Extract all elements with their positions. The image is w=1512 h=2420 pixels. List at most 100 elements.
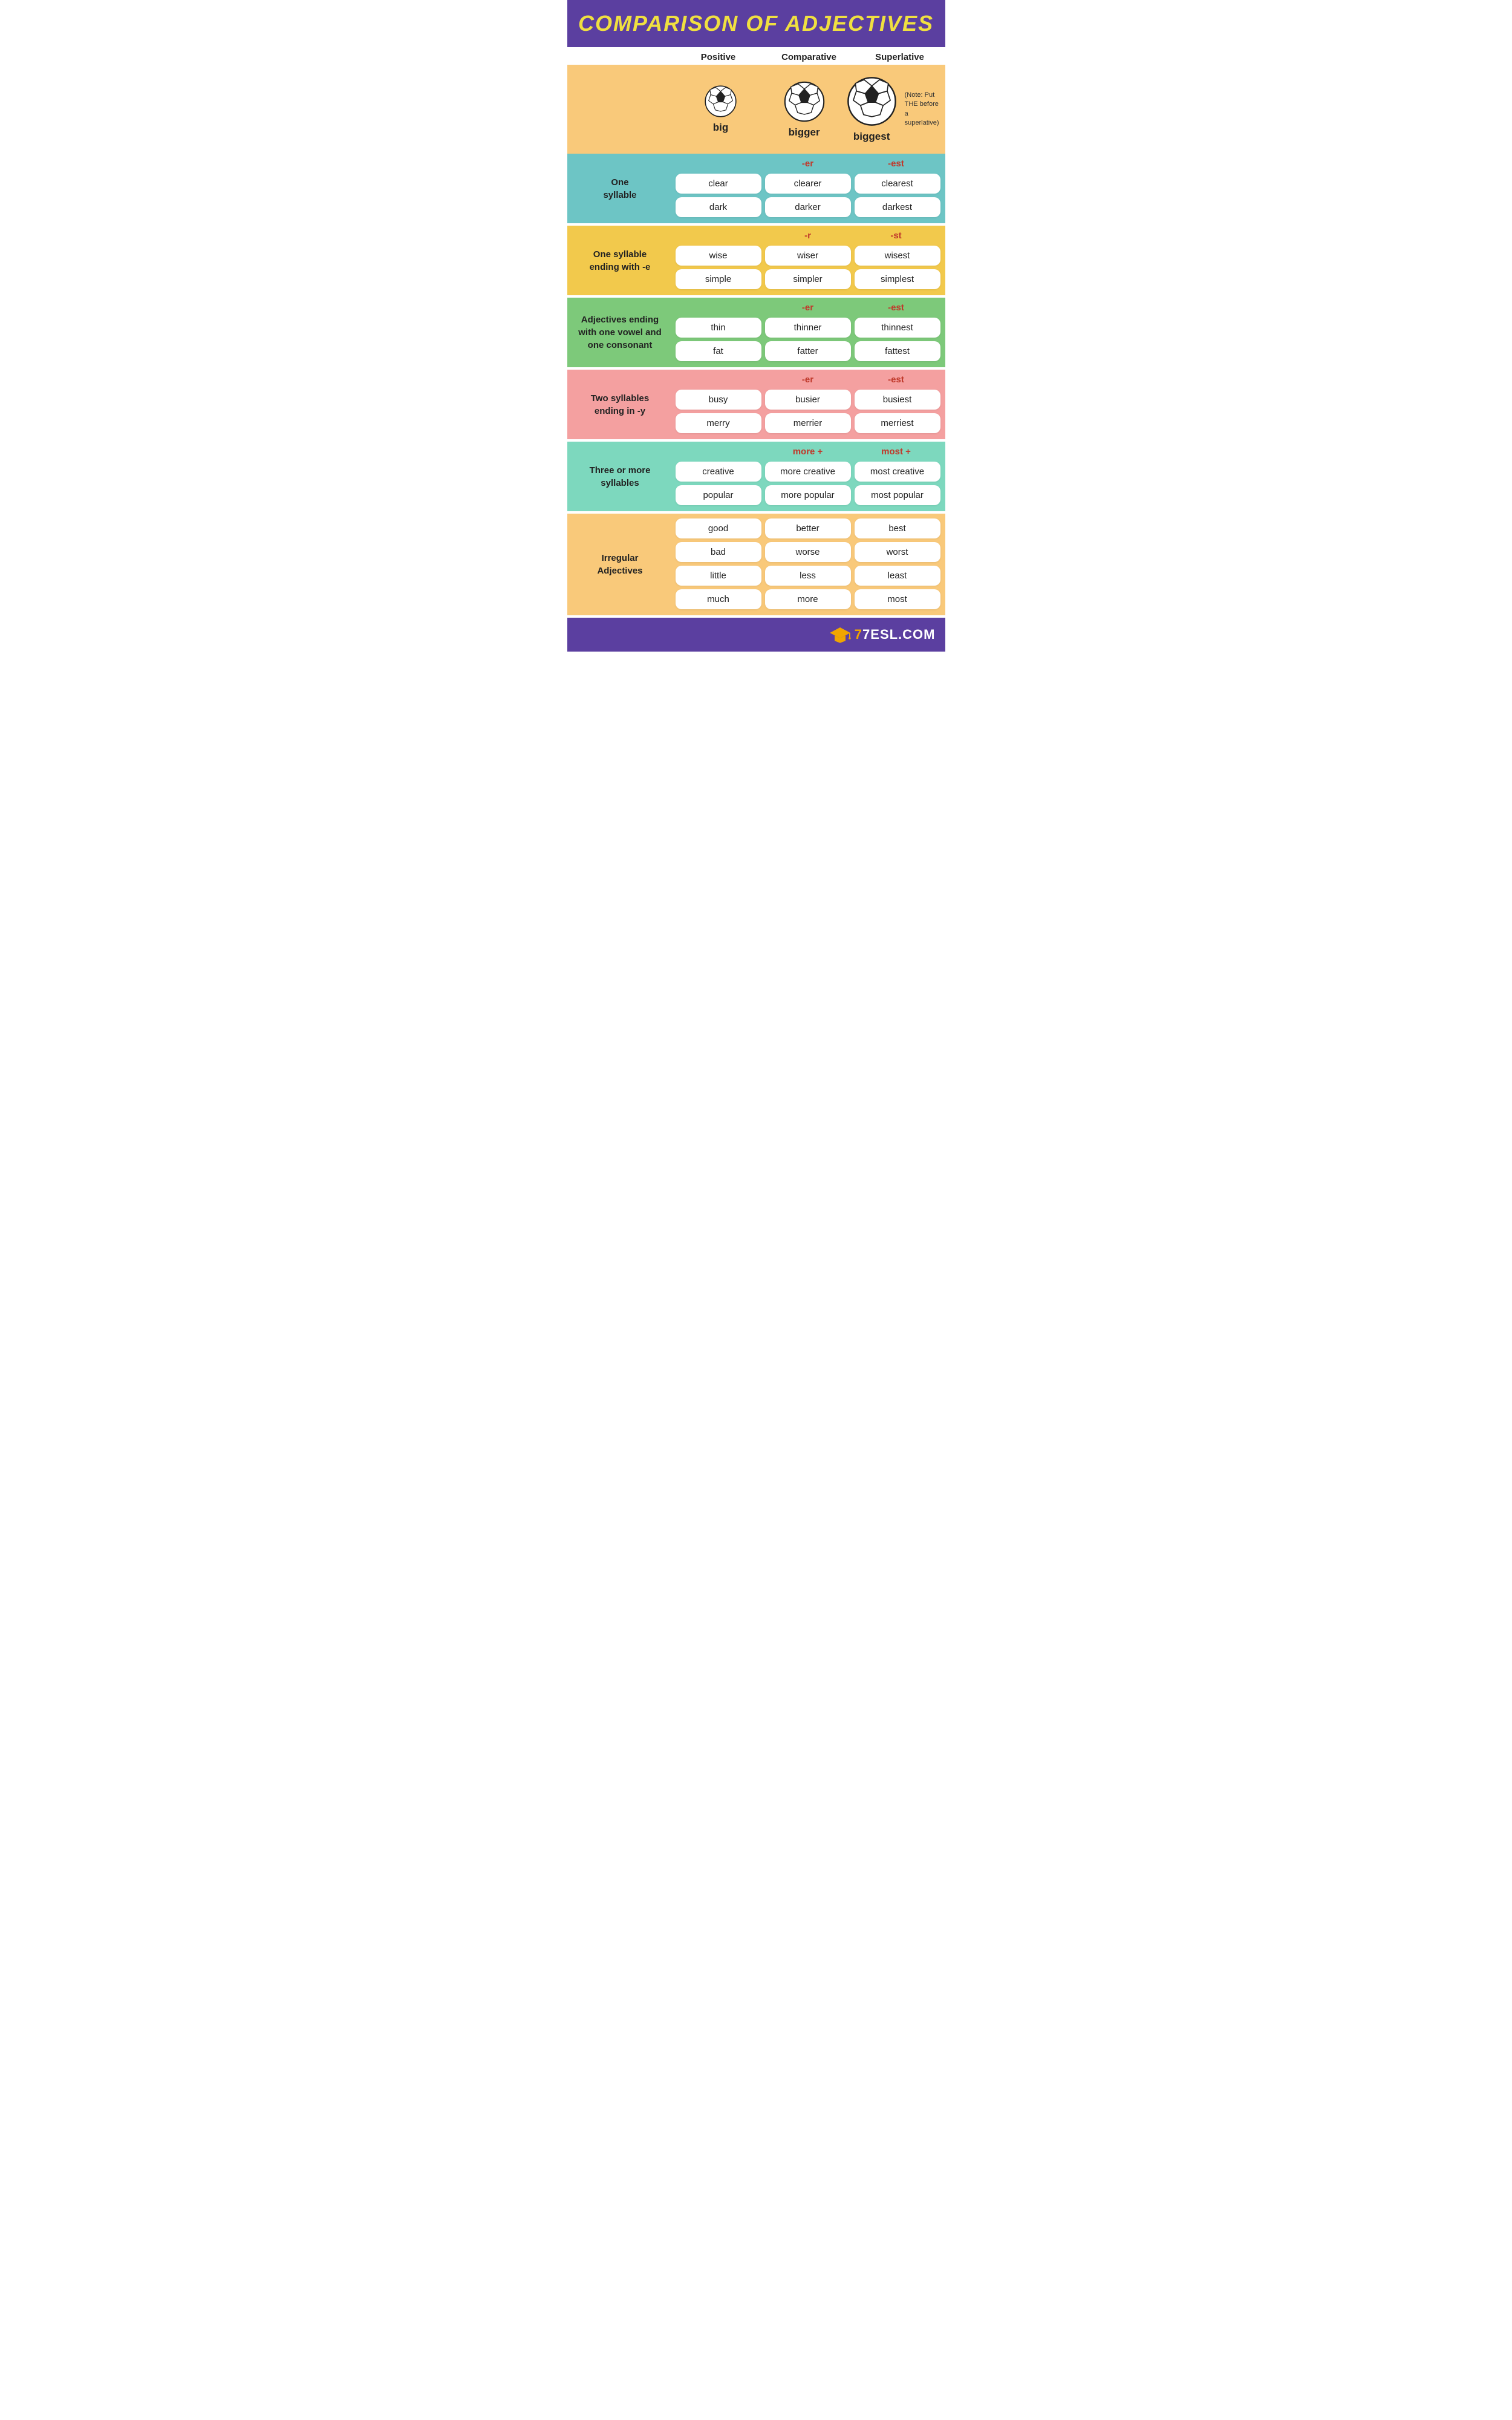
word-box-two-syllables-y-1-pos: merry — [676, 413, 761, 433]
column-headers: Positive Comparative Superlative — [567, 47, 945, 65]
word-box-irregular-1-sup: worst — [855, 542, 940, 562]
section-content-one-syllable: -er-estclearclearerclearestdarkdarkerdar… — [673, 154, 945, 223]
intro-note: (Note: Put THE before a superlative) — [901, 91, 939, 128]
suffix-sup-vowel-consonant: -est — [852, 302, 940, 313]
suffix-comp-one-syllable: -er — [764, 159, 852, 169]
soccer-ball-medium — [783, 80, 826, 123]
section-label-vowel-consonant: Adjectives ending with one vowel and one… — [567, 298, 673, 367]
suffix-row-three-syllables: more +most + — [676, 446, 940, 457]
suffix-sup-two-syllables-y: -est — [852, 374, 940, 385]
word-box-irregular-0-pos: good — [676, 518, 761, 538]
suffix-empty-one-syllable — [676, 159, 764, 169]
word-box-one-syllable-0-pos: clear — [676, 174, 761, 194]
words-row-vowel-consonant-0: thinthinnerthinnest — [676, 318, 940, 338]
soccer-ball-small — [704, 85, 737, 118]
intro-superlative-word: biggest — [853, 131, 890, 143]
word-box-one-syllable-e-0-pos: wise — [676, 246, 761, 266]
page-title: COMPARISON OF ADJECTIVES — [573, 11, 939, 36]
section-content-three-syllables: more +most + creativemore creativemost cr… — [673, 442, 945, 511]
words-row-vowel-consonant-1: fatfatterfattest — [676, 341, 940, 361]
word-box-three-syllables-1-comp: more popular — [765, 485, 851, 505]
suffix-empty-three-syllables — [676, 446, 764, 457]
word-box-vowel-consonant-0-comp: thinner — [765, 318, 851, 338]
suffix-row-vowel-consonant: -er-est — [676, 302, 940, 313]
words-row-one-syllable-e-1: simplesimplersimplest — [676, 269, 940, 289]
words-row-irregular-2: littlelessleast — [676, 566, 940, 586]
word-box-two-syllables-y-1-sup: merriest — [855, 413, 940, 433]
words-row-one-syllable-0: clearclearerclearest — [676, 174, 940, 194]
page-header: COMPARISON OF ADJECTIVES — [567, 0, 945, 47]
word-box-three-syllables-1-pos: popular — [676, 485, 761, 505]
section-two-syllables-y: Two syllables ending in -y-er-estbusybus… — [567, 370, 945, 439]
word-box-vowel-consonant-1-pos: fat — [676, 341, 761, 361]
suffix-sup-one-syllable: -est — [852, 159, 940, 169]
word-box-irregular-3-sup: most — [855, 589, 940, 609]
word-box-one-syllable-e-1-sup: simplest — [855, 269, 940, 289]
word-box-irregular-1-pos: bad — [676, 542, 761, 562]
intro-comparative-word: bigger — [789, 126, 820, 139]
word-box-three-syllables-0-pos: creative — [676, 462, 761, 482]
footer-logo-text: 77ESL.COM — [855, 627, 936, 643]
word-box-three-syllables-0-comp: more creative — [765, 462, 851, 482]
col-superlative: Superlative — [855, 52, 945, 62]
word-box-irregular-2-comp: less — [765, 566, 851, 586]
section-content-irregular: goodbetterbest badworseworst littlelesslea… — [673, 514, 945, 615]
word-box-vowel-consonant-1-sup: fattest — [855, 341, 940, 361]
sections-container: One syllable-er-estclearclearerclearestd… — [567, 154, 945, 615]
word-box-one-syllable-0-comp: clearer — [765, 174, 851, 194]
suffix-comp-vowel-consonant: -er — [764, 302, 852, 313]
word-box-one-syllable-1-pos: dark — [676, 197, 761, 217]
word-box-irregular-2-sup: least — [855, 566, 940, 586]
suffix-sup-one-syllable-e: -st — [852, 231, 940, 241]
section-content-vowel-consonant: -er-est thinthinnerthinnest fatfatterfatte… — [673, 298, 945, 367]
section-label-three-syllables: Three or more syllables — [567, 442, 673, 511]
words-row-irregular-0: goodbetterbest — [676, 518, 940, 538]
col-comparative: Comparative — [764, 52, 855, 62]
section-label-one-syllable-e: One syllable ending with -e — [567, 226, 673, 295]
suffix-comp-one-syllable-e: -r — [764, 231, 852, 241]
section-label-one-syllable: One syllable — [567, 154, 673, 223]
intro-superlative: biggest — [846, 76, 898, 143]
word-box-three-syllables-0-sup: most creative — [855, 462, 940, 482]
word-box-two-syllables-y-0-sup: busiest — [855, 390, 940, 410]
word-box-three-syllables-1-sup: most popular — [855, 485, 940, 505]
suffix-row-one-syllable: -er-est — [676, 159, 940, 169]
section-three-syllables: Three or more syllablesmore +most +creat… — [567, 442, 945, 511]
word-box-irregular-3-pos: much — [676, 589, 761, 609]
word-box-irregular-1-comp: worse — [765, 542, 851, 562]
section-label-irregular: Irregular Adjectives — [567, 514, 673, 615]
section-content-one-syllable-e: -r-st wisewiserwisest simplesimplersimples… — [673, 226, 945, 295]
word-box-one-syllable-0-sup: clearest — [855, 174, 940, 194]
footer: 77ESL.COM — [567, 618, 945, 652]
col-positive: Positive — [673, 52, 764, 62]
words-row-irregular-3: muchmoremost — [676, 589, 940, 609]
suffix-comp-three-syllables: more + — [764, 446, 852, 457]
col-empty — [567, 52, 673, 62]
words-row-two-syllables-y-0: busybusierbusiest — [676, 390, 940, 410]
suffix-empty-vowel-consonant — [676, 302, 764, 313]
suffix-empty-two-syllables-y — [676, 374, 764, 385]
suffix-sup-three-syllables: most + — [852, 446, 940, 457]
word-box-one-syllable-e-0-comp: wiser — [765, 246, 851, 266]
intro-row: big bigger biggest — [567, 65, 945, 154]
word-box-vowel-consonant-0-sup: thinnest — [855, 318, 940, 338]
word-box-two-syllables-y-0-pos: busy — [676, 390, 761, 410]
words-row-three-syllables-0: creativemore creativemost creative — [676, 462, 940, 482]
section-label-two-syllables-y: Two syllables ending in -y — [567, 370, 673, 439]
suffix-empty-one-syllable-e — [676, 231, 764, 241]
intro-positive: big — [679, 85, 763, 134]
graduation-cap-icon — [829, 624, 851, 646]
word-box-one-syllable-e-1-pos: simple — [676, 269, 761, 289]
word-box-vowel-consonant-1-comp: fatter — [765, 341, 851, 361]
words-row-three-syllables-1: popularmore popularmost popular — [676, 485, 940, 505]
word-box-one-syllable-e-0-sup: wisest — [855, 246, 940, 266]
section-one-syllable: One syllable-er-estclearclearerclearestd… — [567, 154, 945, 223]
word-box-irregular-0-sup: best — [855, 518, 940, 538]
suffix-row-two-syllables-y: -er-est — [676, 374, 940, 385]
word-box-two-syllables-y-1-comp: merrier — [765, 413, 851, 433]
footer-logo: 77ESL.COM — [829, 624, 936, 646]
section-one-syllable-e: One syllable ending with -e-r-stwisewise… — [567, 226, 945, 295]
intro-positive-word: big — [713, 122, 729, 134]
word-box-irregular-2-pos: little — [676, 566, 761, 586]
word-box-one-syllable-1-sup: darkest — [855, 197, 940, 217]
